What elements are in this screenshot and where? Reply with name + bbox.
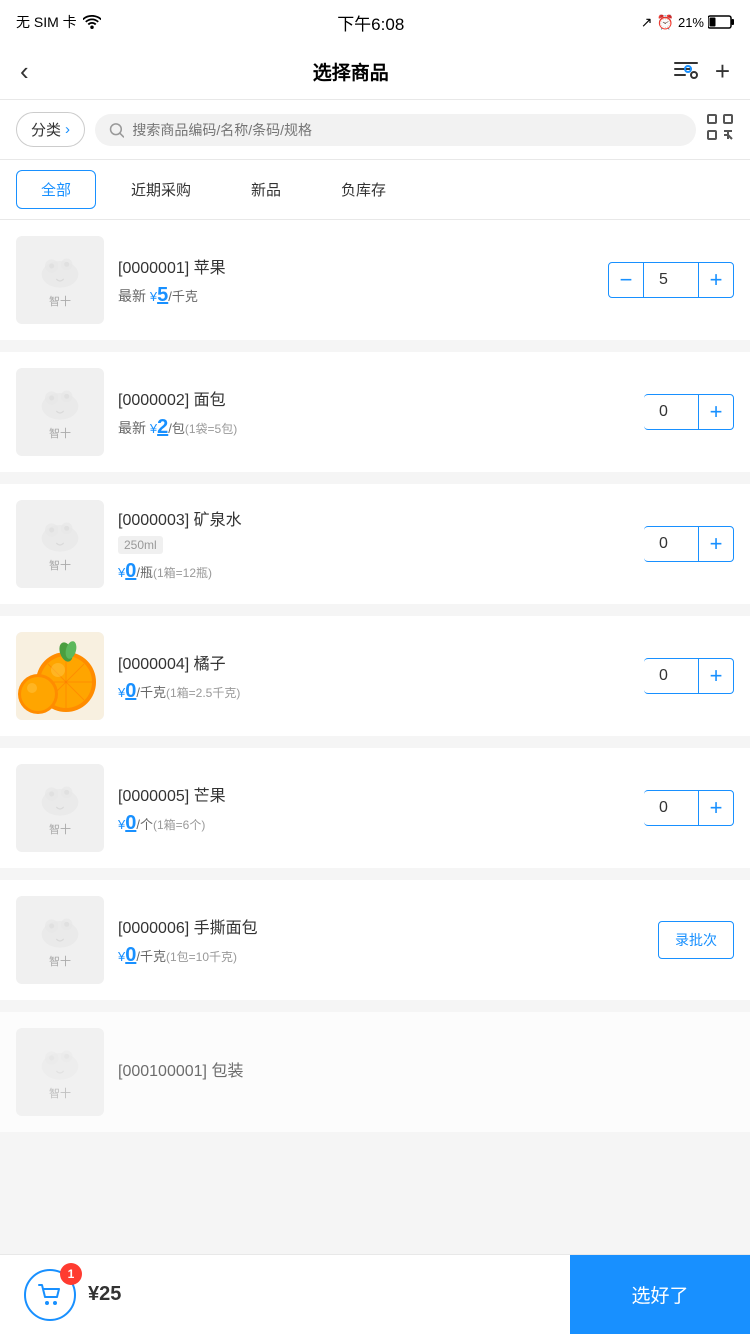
product-price-2: ¥0/瓶(1箱=12瓶) <box>118 560 630 583</box>
product-info-0: [0000001] 苹果 最新 ¥5/千克 <box>118 254 594 307</box>
product-info-2: [0000003] 矿泉水 250ml ¥0/瓶(1箱=12瓶) <box>118 506 630 583</box>
product-name-0: [0000001] 苹果 <box>118 254 594 278</box>
product-item-1: 智十 [0000002] 面包 最新 ¥2/包(1袋=5包) + <box>0 352 750 472</box>
cart-badge: 1 <box>60 1263 82 1285</box>
scan-button[interactable] <box>706 113 734 147</box>
tab-bar: 全部 近期采购 新品 负库存 <box>0 160 750 220</box>
location-icon: ↗ <box>641 14 653 31</box>
add-button[interactable]: + <box>715 56 730 87</box>
product-item-5: 智十 [0000006] 手撕面包 ¥0/千克(1包=10千克) 录批次 <box>0 880 750 1000</box>
batch-button-5[interactable]: 录批次 <box>658 921 734 959</box>
battery-icon <box>708 15 734 29</box>
product-name-6: [000100001] 包装 <box>118 1057 734 1081</box>
product-item-4: 智十 [0000005] 芒果 ¥0/个(1箱=6个) + <box>0 748 750 868</box>
filter-row: 分类 › <box>0 100 750 160</box>
qty-plus-1[interactable]: + <box>698 394 734 430</box>
product-spec-2: 250ml <box>118 536 163 554</box>
page-title: 选择商品 <box>313 58 389 85</box>
cart-button[interactable]: 1 <box>24 1269 76 1321</box>
qty-input-0[interactable] <box>644 262 698 298</box>
back-button[interactable]: ‹ <box>20 56 29 87</box>
alarm-icon: ⏰ <box>657 14 674 31</box>
product-item-0: 智十 [0000001] 苹果 最新 ¥5/千克 − + <box>0 220 750 340</box>
product-price-4: ¥0/个(1箱=6个) <box>118 812 630 835</box>
qty-controls-4: + <box>644 790 734 826</box>
category-button[interactable]: 分类 › <box>16 112 85 147</box>
qty-plus-2[interactable]: + <box>698 526 734 562</box>
battery-text: 21% <box>678 15 704 30</box>
product-list: 智十 [0000001] 苹果 最新 ¥5/千克 − + <box>0 220 750 1214</box>
tab-new[interactable]: 新品 <box>226 170 306 209</box>
qty-plus-4[interactable]: + <box>698 790 734 826</box>
tab-all[interactable]: 全部 <box>16 170 96 209</box>
tab-recent[interactable]: 近期采购 <box>106 170 216 209</box>
cart-total: ¥25 <box>88 1283 121 1306</box>
qty-input-3[interactable] <box>644 658 698 694</box>
bottom-bar: 1 ¥25 选好了 <box>0 1254 750 1334</box>
product-item-3: [0000004] 橘子 ¥0/千克(1箱=2.5千克) + <box>0 616 750 736</box>
product-image-1: 智十 <box>16 368 104 456</box>
qty-input-1[interactable] <box>644 394 698 430</box>
product-image-5: 智十 <box>16 896 104 984</box>
product-name-5: [0000006] 手撕面包 <box>118 914 644 938</box>
status-right: ↗ ⏰ 21% <box>641 14 734 31</box>
product-image-6: 智十 <box>16 1028 104 1116</box>
product-price-1: 最新 ¥2/包(1袋=5包) <box>118 416 630 439</box>
search-box <box>95 114 696 146</box>
qty-controls-1: + <box>644 394 734 430</box>
tab-negative-stock[interactable]: 负库存 <box>316 170 411 209</box>
qty-minus-0[interactable]: − <box>608 262 644 298</box>
nav-right: + <box>673 56 730 87</box>
product-name-4: [0000005] 芒果 <box>118 782 630 806</box>
filter-icon[interactable] <box>673 57 699 86</box>
product-name-1: [0000002] 面包 <box>118 386 630 410</box>
qty-input-4[interactable] <box>644 790 698 826</box>
qty-plus-3[interactable]: + <box>698 658 734 694</box>
nav-bar: ‹ 选择商品 + <box>0 44 750 100</box>
product-image-3 <box>16 632 104 720</box>
search-input[interactable] <box>132 122 682 138</box>
product-info-4: [0000005] 芒果 ¥0/个(1箱=6个) <box>118 782 630 835</box>
product-info-1: [0000002] 面包 最新 ¥2/包(1袋=5包) <box>118 386 630 439</box>
product-price-5: ¥0/千克(1包=10千克) <box>118 944 644 967</box>
product-info-3: [0000004] 橘子 ¥0/千克(1箱=2.5千克) <box>118 650 630 703</box>
product-price-3: ¥0/千克(1箱=2.5千克) <box>118 680 630 703</box>
cart-section: 1 ¥25 <box>0 1269 570 1321</box>
product-name-2: [0000003] 矿泉水 <box>118 506 630 530</box>
qty-plus-0[interactable]: + <box>698 262 734 298</box>
product-info-5: [0000006] 手撕面包 ¥0/千克(1包=10千克) <box>118 914 644 967</box>
status-time: 下午6:08 <box>337 10 404 35</box>
product-image-2: 智十 <box>16 500 104 588</box>
product-item-2: 智十 [0000003] 矿泉水 250ml ¥0/瓶(1箱=12瓶) + <box>0 484 750 604</box>
wifi-icon <box>83 15 101 29</box>
product-info-6: [000100001] 包装 <box>118 1057 734 1087</box>
qty-controls-3: + <box>644 658 734 694</box>
product-image-4: 智十 <box>16 764 104 852</box>
status-bar: 无 SIM 卡 下午6:08 ↗ ⏰ 21% <box>0 0 750 44</box>
product-image-0: 智十 <box>16 236 104 324</box>
nav-left: ‹ <box>20 56 29 87</box>
confirm-button[interactable]: 选好了 <box>570 1255 750 1334</box>
product-name-3: [0000004] 橘子 <box>118 650 630 674</box>
qty-controls-0: − + <box>608 262 734 298</box>
qty-input-2[interactable] <box>644 526 698 562</box>
product-price-0: 最新 ¥5/千克 <box>118 284 594 307</box>
search-icon <box>109 122 124 138</box>
cart-icon <box>36 1281 64 1309</box>
product-item-6: 智十 [000100001] 包装 <box>0 1012 750 1132</box>
qty-controls-2: + <box>644 526 734 562</box>
status-carrier: 无 SIM 卡 <box>16 12 101 32</box>
